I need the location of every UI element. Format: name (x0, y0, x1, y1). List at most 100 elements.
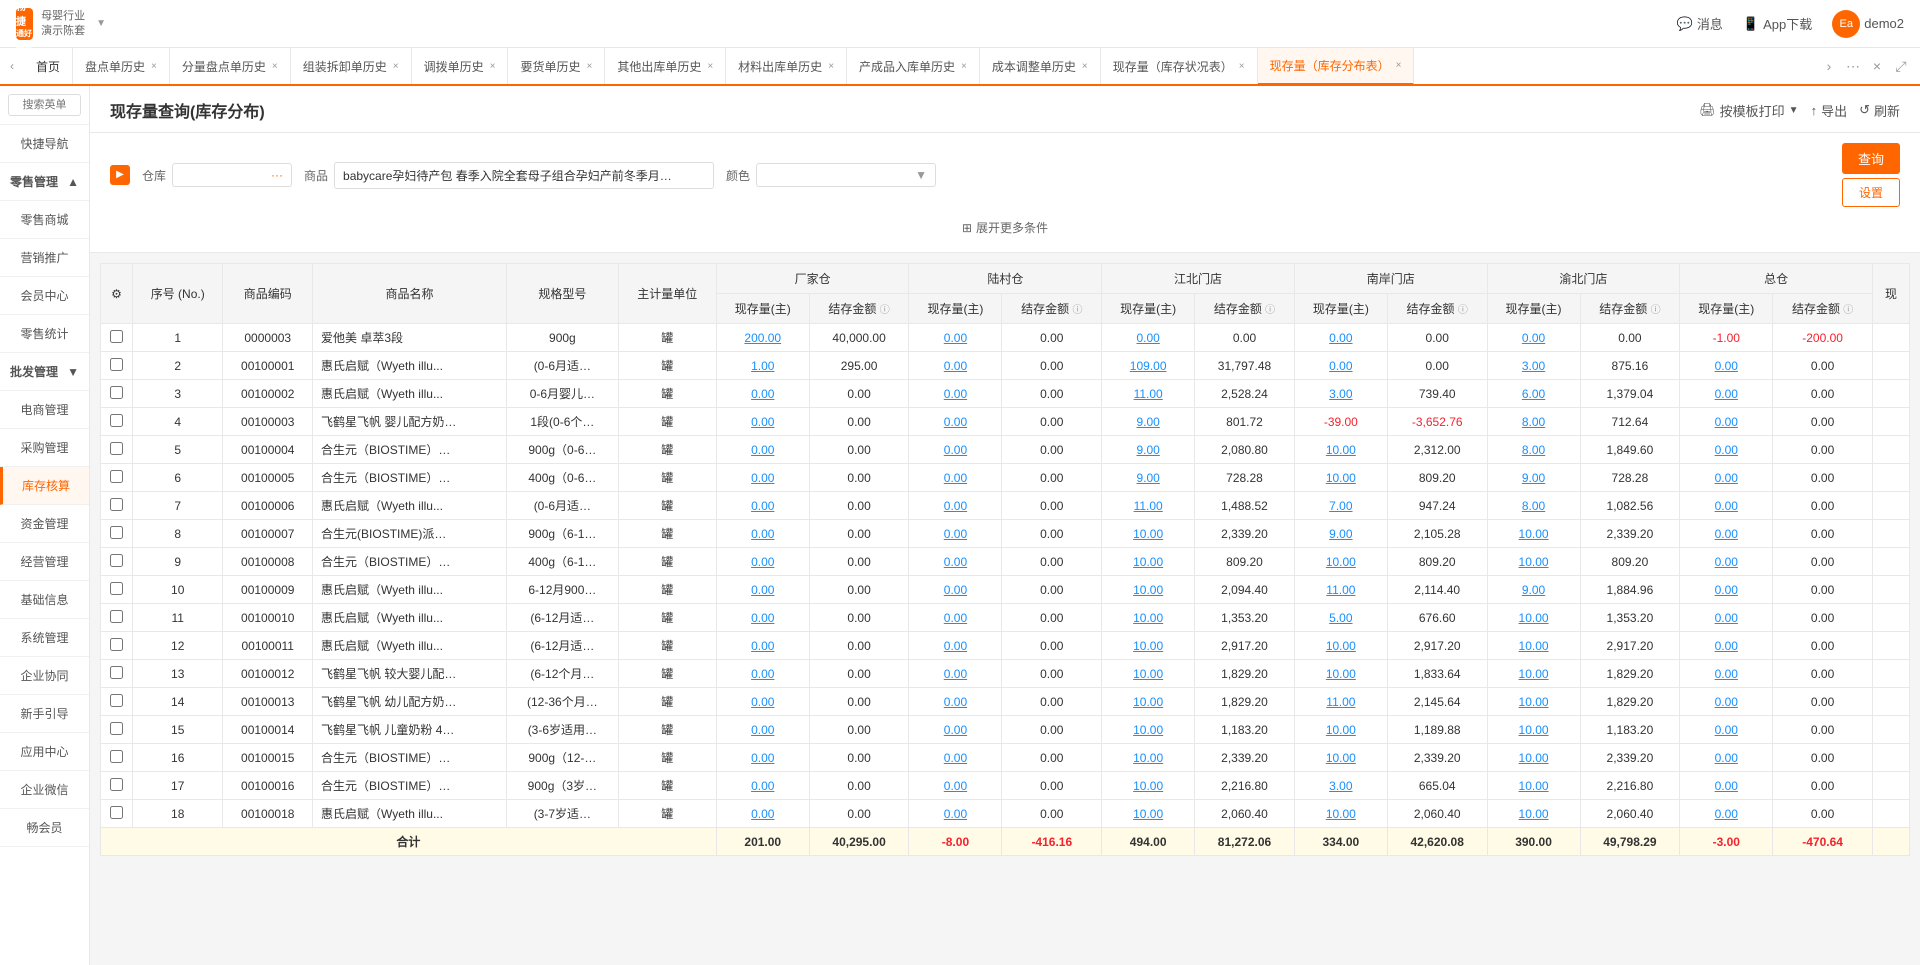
w4-qty-cell[interactable]: -39.00 (1294, 408, 1387, 436)
w4-qty-cell[interactable]: 10.00 (1294, 464, 1387, 492)
sidebar-item-guide[interactable]: 新手引导 (0, 695, 89, 733)
tab-stock-distribution[interactable]: 现存量（库存分布表） × (1258, 48, 1415, 85)
row-checkbox[interactable] (101, 436, 133, 464)
tab-prev-btn[interactable]: ‹ (0, 48, 24, 85)
w3-qty-cell[interactable]: 10.00 (1102, 688, 1195, 716)
sidebar-quick-nav[interactable]: 快捷导航 (0, 125, 89, 163)
total-qty-cell[interactable]: 0.00 (1680, 604, 1773, 632)
sidebar-item-operations[interactable]: 经营管理 (0, 543, 89, 581)
w3-qty-cell[interactable]: 10.00 (1102, 632, 1195, 660)
row-checkbox[interactable] (101, 744, 133, 772)
w2-qty-cell[interactable]: 0.00 (909, 576, 1002, 604)
w5-qty-cell[interactable]: 10.00 (1487, 688, 1580, 716)
w5-qty-cell[interactable]: 10.00 (1487, 744, 1580, 772)
tab-close-all-btn[interactable]: × (1866, 55, 1888, 77)
w2-qty-cell[interactable]: 0.00 (909, 548, 1002, 576)
sidebar-item-retail-mgmt[interactable]: 零售管理 ▲ (0, 163, 89, 201)
tab-more-btn[interactable]: ⋯ (1842, 55, 1864, 77)
total-qty-cell[interactable]: 0.00 (1680, 492, 1773, 520)
tab-stock-status[interactable]: 现存量（库存状况表） × (1101, 48, 1258, 85)
total-qty-cell[interactable]: 0.00 (1680, 716, 1773, 744)
w5-qty-cell[interactable]: 10.00 (1487, 520, 1580, 548)
w1-qty-cell[interactable]: 0.00 (716, 464, 809, 492)
tab-close-icon[interactable]: × (1239, 61, 1245, 72)
total-qty-cell[interactable]: 0.00 (1680, 352, 1773, 380)
tab-material-out[interactable]: 材料出库单历史 × (726, 48, 847, 85)
w1-qty-cell[interactable]: 0.00 (716, 520, 809, 548)
w4-qty-cell[interactable]: 11.00 (1294, 576, 1387, 604)
row-checkbox[interactable] (101, 324, 133, 352)
w4-qty-cell[interactable]: 7.00 (1294, 492, 1387, 520)
w3-qty-cell[interactable]: 0.00 (1102, 324, 1195, 352)
w1-qty-cell[interactable]: 0.00 (716, 800, 809, 828)
tab-home[interactable]: 首页 (24, 48, 73, 85)
total-qty-cell[interactable]: -1.00 (1680, 324, 1773, 352)
w5-qty-cell[interactable]: 8.00 (1487, 436, 1580, 464)
w2-qty-cell[interactable]: 0.00 (909, 492, 1002, 520)
w2-qty-cell[interactable]: 0.00 (909, 772, 1002, 800)
info-icon[interactable]: ⓘ (1458, 305, 1468, 316)
sidebar-item-purchase[interactable]: 采购管理 (0, 429, 89, 467)
w2-qty-cell[interactable]: 0.00 (909, 660, 1002, 688)
w2-qty-cell[interactable]: 0.00 (909, 744, 1002, 772)
sidebar-item-retail-stats[interactable]: 零售统计 (0, 315, 89, 353)
w3-qty-cell[interactable]: 11.00 (1102, 492, 1195, 520)
w2-qty-cell[interactable]: 0.00 (909, 800, 1002, 828)
total-qty-cell[interactable]: 0.00 (1680, 548, 1773, 576)
w4-qty-cell[interactable]: 10.00 (1294, 716, 1387, 744)
w5-qty-cell[interactable]: 6.00 (1487, 380, 1580, 408)
w3-qty-cell[interactable]: 109.00 (1102, 352, 1195, 380)
total-qty-cell[interactable]: 0.00 (1680, 464, 1773, 492)
w1-qty-cell[interactable]: 0.00 (716, 744, 809, 772)
w3-qty-cell[interactable]: 10.00 (1102, 660, 1195, 688)
w1-qty-cell[interactable]: 0.00 (716, 380, 809, 408)
tab-close-icon[interactable]: × (586, 61, 592, 72)
w5-qty-cell[interactable]: 10.00 (1487, 548, 1580, 576)
w3-qty-cell[interactable]: 10.00 (1102, 800, 1195, 828)
w1-qty-cell[interactable]: 1.00 (716, 352, 809, 380)
info-icon[interactable]: ⓘ (1265, 305, 1275, 316)
w3-qty-cell[interactable]: 9.00 (1102, 436, 1195, 464)
sidebar-item-vip[interactable]: 畅会员 (0, 809, 89, 847)
tab-partial-count[interactable]: 分量盘点单历史 × (170, 48, 291, 85)
w5-qty-cell[interactable]: 10.00 (1487, 660, 1580, 688)
w3-qty-cell[interactable]: 10.00 (1102, 548, 1195, 576)
tab-close-icon[interactable]: × (828, 61, 834, 72)
tab-other-out[interactable]: 其他出库单历史 × (605, 48, 726, 85)
total-qty-cell[interactable]: 0.00 (1680, 800, 1773, 828)
tab-cost-adjust[interactable]: 成本调整单历史 × (980, 48, 1101, 85)
user-area[interactable]: Ea demo2 (1832, 10, 1904, 38)
warehouse-input[interactable]: ··· (172, 163, 292, 187)
total-qty-cell[interactable]: 0.00 (1680, 744, 1773, 772)
total-qty-cell[interactable]: 0.00 (1680, 660, 1773, 688)
w5-qty-cell[interactable]: 3.00 (1487, 352, 1580, 380)
w2-qty-cell[interactable]: 0.00 (909, 352, 1002, 380)
w1-qty-cell[interactable]: 0.00 (716, 576, 809, 604)
tab-transfer[interactable]: 调拨单历史 × (412, 48, 509, 85)
tab-fullscreen-btn[interactable]: ⤢ (1890, 55, 1912, 77)
row-checkbox[interactable] (101, 800, 133, 828)
tab-order[interactable]: 要货单历史 × (508, 48, 605, 85)
w2-qty-cell[interactable]: 0.00 (909, 408, 1002, 436)
tab-close-icon[interactable]: × (393, 61, 399, 72)
row-checkbox[interactable] (101, 464, 133, 492)
sidebar-item-retail-store[interactable]: 零售商城 (0, 201, 89, 239)
w5-qty-cell[interactable]: 10.00 (1487, 604, 1580, 632)
w5-qty-cell[interactable]: 10.00 (1487, 716, 1580, 744)
total-qty-cell[interactable]: 0.00 (1680, 380, 1773, 408)
sidebar-item-marketing[interactable]: 营销推广 (0, 239, 89, 277)
row-checkbox[interactable] (101, 520, 133, 548)
w4-qty-cell[interactable]: 5.00 (1294, 604, 1387, 632)
info-icon[interactable]: ⓘ (880, 305, 890, 316)
w4-qty-cell[interactable]: 9.00 (1294, 520, 1387, 548)
w2-qty-cell[interactable]: 0.00 (909, 380, 1002, 408)
row-checkbox[interactable] (101, 772, 133, 800)
tab-product-in[interactable]: 产成品入库单历史 × (847, 48, 980, 85)
w3-qty-cell[interactable]: 10.00 (1102, 716, 1195, 744)
sidebar-item-enterprise-wechat[interactable]: 企业微信 (0, 771, 89, 809)
sidebar-item-inventory[interactable]: 库存核算 (0, 467, 89, 505)
w4-qty-cell[interactable]: 3.00 (1294, 772, 1387, 800)
tab-inventory-count[interactable]: 盘点单历史 × (73, 48, 170, 85)
row-checkbox[interactable] (101, 548, 133, 576)
sidebar-search-input[interactable] (8, 94, 81, 116)
